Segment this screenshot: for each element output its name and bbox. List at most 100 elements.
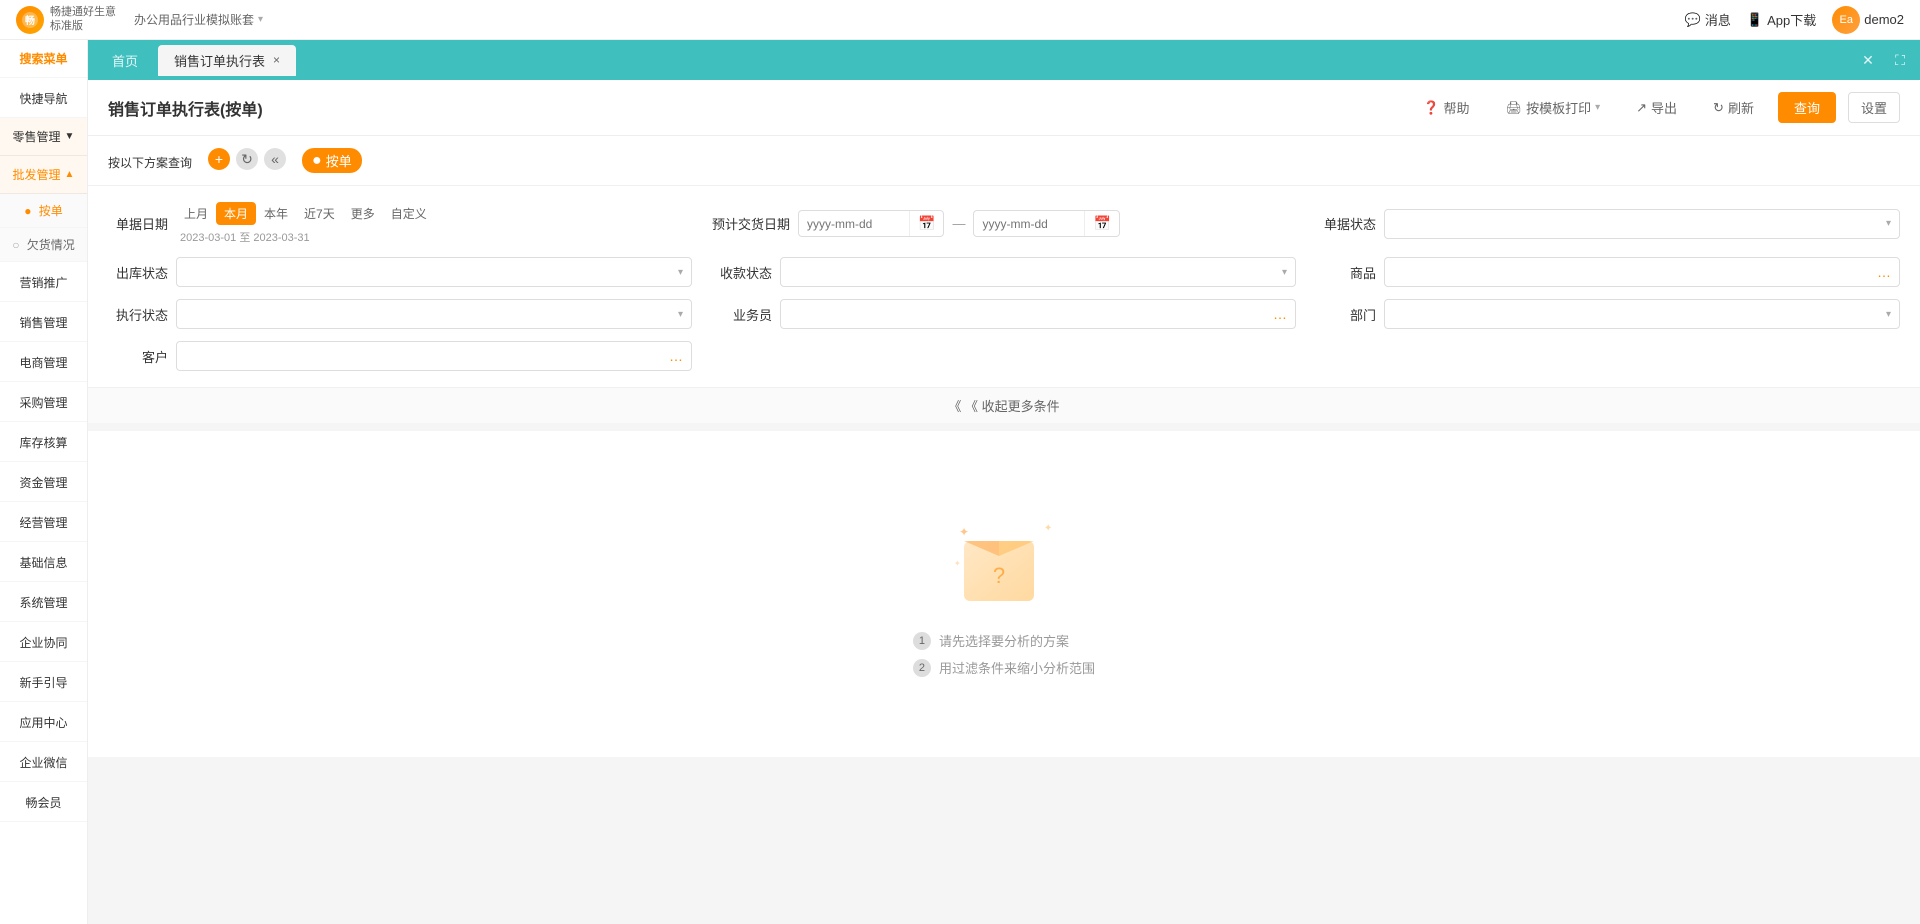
customer-dots-icon[interactable]: …	[669, 348, 683, 364]
sidebar-item-enterprise-wechat[interactable]: 企业微信	[0, 742, 87, 782]
salesperson-selector[interactable]: …	[780, 299, 1296, 329]
press-scheme-label: 按单	[326, 151, 352, 170]
operations-label: 经营管理	[4, 514, 83, 531]
refresh-scheme-button[interactable]: ↻	[236, 148, 258, 170]
sidebar-item-wholesale-mgmt[interactable]: 批发管理 ▲	[0, 156, 87, 194]
date-tab-this-year[interactable]: 本年	[256, 202, 296, 225]
breadcrumb[interactable]: 办公用品行业模拟账套 ▾	[134, 11, 263, 28]
dept-dropdown[interactable]: ▾	[1384, 299, 1900, 329]
filter-exec-status: 执行状态 ▾	[108, 299, 692, 329]
sidebar-item-press[interactable]: ● 按单	[0, 194, 87, 228]
add-icon: +	[215, 151, 223, 167]
export-icon: ↗	[1636, 100, 1647, 116]
tab-bar-controls: ✕ ⛶	[1856, 48, 1912, 72]
expected-date-to-group: 📅	[973, 210, 1119, 237]
filter-doc-status: 单据状态 ▾	[1316, 202, 1900, 245]
system-label: 系统管理	[4, 594, 83, 611]
sidebar-item-new-guide[interactable]: 新手引导	[0, 662, 87, 702]
date-tab-this-month[interactable]: 本月	[216, 202, 256, 225]
sidebar-item-ecommerce[interactable]: 电商管理	[0, 342, 87, 382]
sidebar-item-receivable[interactable]: ○ 欠货情况	[0, 228, 87, 262]
maximize-icon: ⛶	[1895, 52, 1905, 69]
sidebar-item-enterprise[interactable]: 企业协同	[0, 622, 87, 662]
empty-steps: 1 请先选择要分析的方案 2 用过滤条件来缩小分析范围	[913, 631, 1095, 677]
date-tab-7days[interactable]: 近7天	[296, 202, 343, 225]
collapse-scheme-icon: «	[271, 151, 279, 167]
help-button[interactable]: ❓ 帮助	[1411, 93, 1481, 122]
salesperson-dots-icon[interactable]: …	[1273, 306, 1287, 322]
export-button[interactable]: ↗ 导出	[1624, 93, 1689, 122]
tab-sales-order-label: 销售订单执行表	[174, 51, 265, 70]
sidebar-item-member[interactable]: 畅会员	[0, 782, 87, 822]
filter-payment-status: 收款状态 ▾	[712, 257, 1296, 287]
message-button[interactable]: 💬 消息	[1685, 10, 1731, 29]
doc-status-dropdown[interactable]: ▾	[1384, 209, 1900, 239]
customer-selector[interactable]: …	[176, 341, 692, 371]
tab-maximize-button[interactable]: ⛶	[1888, 48, 1912, 72]
tab-home[interactable]: 首页	[96, 45, 154, 76]
query-button[interactable]: 查询	[1778, 92, 1836, 123]
scheme-press[interactable]: ● 按单	[302, 148, 362, 173]
user-profile[interactable]: Ea demo2	[1832, 6, 1904, 34]
tab-sales-order[interactable]: 销售订单执行表 ×	[158, 45, 296, 76]
svg-text:✦: ✦	[954, 559, 961, 568]
sidebar-item-operations[interactable]: 经营管理	[0, 502, 87, 542]
receivable-dot-icon: ○	[12, 238, 19, 252]
sidebar-item-app-center[interactable]: 应用中心	[0, 702, 87, 742]
message-icon: 💬	[1685, 12, 1701, 28]
ship-status-dropdown[interactable]: ▾	[176, 257, 692, 287]
sidebar-item-purchase[interactable]: 采购管理	[0, 382, 87, 422]
app-download-button[interactable]: 📱 App下载	[1747, 10, 1816, 29]
sidebar-item-retail-mgmt[interactable]: 零售管理 ▼	[0, 118, 87, 156]
ecommerce-label: 电商管理	[4, 354, 83, 371]
tab-close-icon[interactable]: ×	[273, 53, 280, 67]
date-tab-more[interactable]: 更多	[343, 202, 383, 225]
exec-status-dropdown[interactable]: ▾	[176, 299, 692, 329]
refresh-button[interactable]: ↻ 刷新	[1701, 93, 1766, 122]
sidebar-item-search-menu[interactable]: 搜索菜单	[0, 40, 87, 78]
sidebar-item-basics[interactable]: 基础信息	[0, 542, 87, 582]
retail-chevron-icon: ▼	[65, 131, 75, 142]
tab-close-window-button[interactable]: ✕	[1856, 48, 1880, 72]
sidebar-item-quick-nav[interactable]: 快捷导航	[0, 78, 87, 118]
sidebar-item-finance[interactable]: 资金管理	[0, 462, 87, 502]
empty-box-illustration: ? ✦ ✦ ✦	[944, 511, 1064, 611]
logo-text: 畅捷通好生意 标准版	[50, 6, 116, 32]
empty-illustration: ? ✦ ✦ ✦	[944, 511, 1064, 611]
template-print-button[interactable]: 🖨 按模板打印 ▾	[1494, 93, 1613, 122]
breadcrumb-arrow-icon: ▾	[258, 14, 263, 25]
goods-selector[interactable]: …	[1384, 257, 1900, 287]
expected-date-label: 预计交货日期	[712, 214, 790, 233]
calendar-to-icon[interactable]: 📅	[1084, 211, 1118, 236]
collapse-scheme-button[interactable]: «	[264, 148, 286, 170]
goods-dots-icon[interactable]: …	[1877, 264, 1891, 280]
calendar-from-icon[interactable]: 📅	[909, 211, 943, 236]
date-separator: —	[948, 216, 969, 231]
expected-date-from-input[interactable]	[799, 213, 909, 235]
sidebar-item-inventory[interactable]: 库存核算	[0, 422, 87, 462]
collapse-more-button[interactable]: 《 《 收起更多条件	[88, 387, 1920, 423]
page-actions: ❓ 帮助 🖨 按模板打印 ▾ ↗ 导出 ↻ 刷新	[1411, 92, 1900, 123]
retail-label: 零售管理	[13, 128, 61, 145]
wholesale-chevron-icon: ▲	[65, 169, 75, 180]
date-range-text: 2023-03-01 至 2023-03-31	[180, 229, 692, 245]
sidebar-item-system[interactable]: 系统管理	[0, 582, 87, 622]
svg-text:?: ?	[993, 563, 1005, 588]
press-dot-icon: ●	[24, 204, 31, 218]
refresh-icon: ↻	[1713, 100, 1724, 116]
expected-date-to-input[interactable]	[974, 213, 1084, 235]
content-area: 首页 销售订单执行表 × ✕ ⛶ 销售订单执行表(按单)	[88, 40, 1920, 924]
date-tab-last-month[interactable]: 上月	[176, 202, 216, 225]
tab-bar: 首页 销售订单执行表 × ✕ ⛶	[88, 40, 1920, 80]
main-layout: 搜索菜单 快捷导航 零售管理 ▼ 批发管理 ▲ ● 按单 ○ 欠货情况 营销推广…	[0, 40, 1920, 924]
sidebar-item-sales-mgmt[interactable]: 销售管理	[0, 302, 87, 342]
sidebar: 搜索菜单 快捷导航 零售管理 ▼ 批发管理 ▲ ● 按单 ○ 欠货情况 营销推广…	[0, 40, 88, 924]
settings-button[interactable]: 设置	[1848, 92, 1900, 123]
filter-salesperson: 业务员 …	[712, 299, 1296, 329]
payment-status-dropdown[interactable]: ▾	[780, 257, 1296, 287]
add-scheme-button[interactable]: +	[208, 148, 230, 170]
press-label: 按单	[39, 204, 63, 218]
date-tab-custom[interactable]: 自定义	[383, 202, 435, 225]
header-left: 畅 畅捷通好生意 标准版 办公用品行业模拟账套 ▾	[16, 6, 263, 34]
sidebar-item-marketing[interactable]: 营销推广	[0, 262, 87, 302]
